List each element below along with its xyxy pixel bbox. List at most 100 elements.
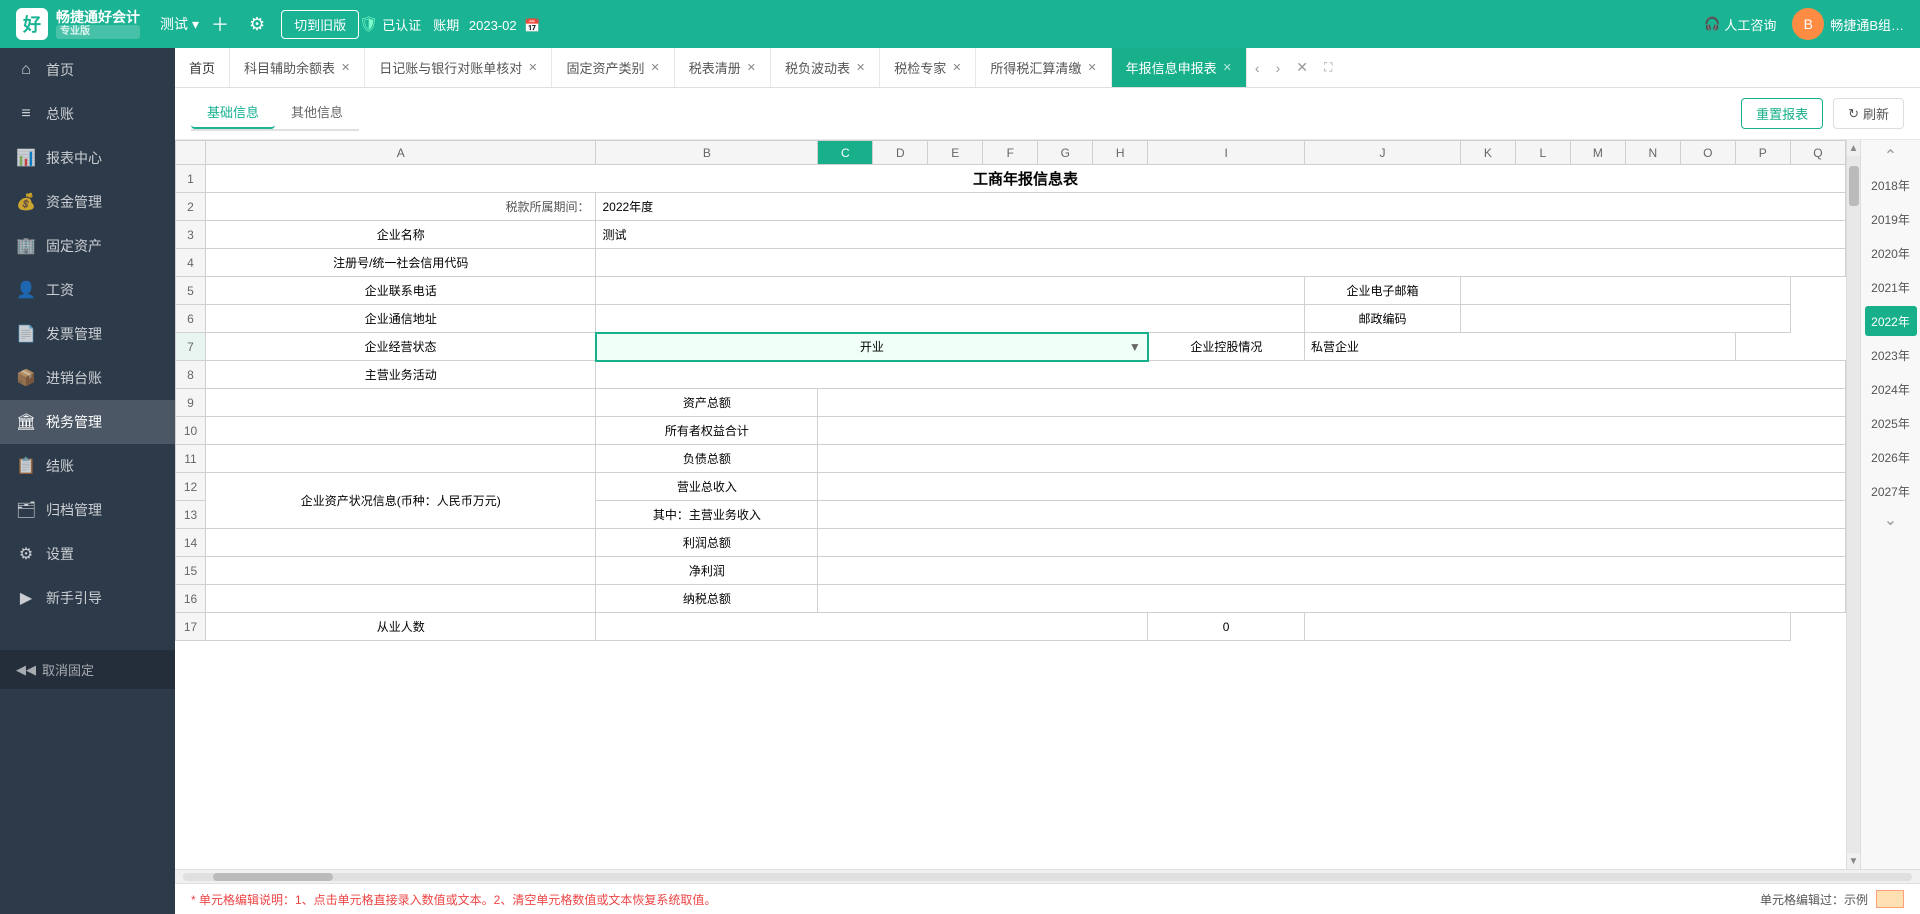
col-header-e[interactable]: E [928, 141, 983, 165]
year-2026[interactable]: 2026年 [1865, 442, 1917, 472]
tab-expand-button[interactable]: ⛶ [1316, 48, 1340, 87]
sheet-cell[interactable]: 工商年报信息表 [206, 165, 1846, 193]
col-header-o[interactable]: O [1680, 141, 1735, 165]
year-2024[interactable]: 2024年 [1865, 374, 1917, 404]
h-scroll-track[interactable] [183, 873, 1912, 881]
tab-next-button[interactable]: › [1268, 48, 1289, 87]
col-header-l[interactable]: L [1515, 141, 1570, 165]
spreadsheet-main[interactable]: A B C D E F G H I J K L [175, 140, 1846, 869]
tab-tax-expert[interactable]: 税检专家 ✕ [880, 48, 976, 87]
sheet-cell[interactable]: 企业名称 [206, 221, 596, 249]
sheet-cell[interactable]: 其中：主营业务收入 [596, 501, 818, 529]
sheet-cell[interactable] [818, 473, 1846, 501]
sidebar-item-reports[interactable]: 📊 报表中心 [0, 136, 175, 180]
tab-journal[interactable]: 日记账与银行对账单核对 ✕ [365, 48, 552, 87]
sidebar-item-settings[interactable]: ⚙ 设置 [0, 532, 175, 576]
col-header-m[interactable]: M [1570, 141, 1625, 165]
sidebar-item-newbie[interactable]: ▶ 新手引导 [0, 576, 175, 620]
sheet-cell[interactable]: 测试 [596, 221, 1846, 249]
switch-version-button[interactable]: 切到旧版 [281, 10, 359, 39]
sheet-cell[interactable]: 企业资产状况信息(币种：人民币万元) [206, 473, 596, 529]
sheet-cell[interactable] [596, 361, 1846, 389]
company-selector[interactable]: 测试 ▾ [160, 14, 199, 34]
reset-report-button[interactable]: 重置报表 [1741, 98, 1823, 129]
sheet-cell[interactable]: 企业控股情况 [1148, 333, 1305, 361]
scroll-track[interactable] [1847, 156, 1860, 853]
scroll-thumb[interactable] [1849, 166, 1859, 206]
tab-home[interactable]: 首页 [175, 48, 230, 87]
sheet-cell[interactable] [818, 389, 1846, 417]
year-2019[interactable]: 2019年 [1865, 204, 1917, 234]
tab-close-all-button[interactable]: ✕ [1288, 48, 1316, 87]
sheet-cell[interactable]: 营业总收入 [596, 473, 818, 501]
cancel-fix-button[interactable]: ◀◀ 取消固定 [0, 650, 175, 689]
calendar-icon[interactable]: 📅 [524, 18, 540, 33]
tab-close-icon[interactable]: ✕ [651, 61, 660, 74]
tab-income-tax[interactable]: 所得税汇算清缴 ✕ [976, 48, 1111, 87]
col-header-d[interactable]: D [873, 141, 928, 165]
sheet-cell[interactable]: 纳税总额 [596, 585, 818, 613]
sheet-cell[interactable] [1460, 277, 1790, 305]
sheet-cell[interactable] [1460, 305, 1790, 333]
sheet-cell[interactable]: 企业通信地址 [206, 305, 596, 333]
tab-close-icon[interactable]: ✕ [528, 61, 537, 74]
sheet-cell[interactable]: 2022年度 [596, 193, 1846, 221]
vertical-scrollbar[interactable]: ▲ ▼ [1846, 140, 1860, 869]
sidebar-item-funds[interactable]: 💰 资金管理 [0, 180, 175, 224]
sheet-cell[interactable] [206, 529, 596, 557]
sheet-cell[interactable]: 净利润 [596, 557, 818, 585]
tab-close-icon[interactable]: ✕ [1087, 61, 1096, 74]
sheet-cell[interactable] [818, 557, 1846, 585]
tab-basic-info[interactable]: 基础信息 [191, 96, 275, 129]
sidebar-item-wages[interactable]: 👤 工资 [0, 268, 175, 312]
sheet-cell[interactable] [596, 277, 1305, 305]
sheet-cell[interactable] [206, 557, 596, 585]
sheet-cell[interactable] [206, 585, 596, 613]
tab-close-icon[interactable]: ✕ [856, 61, 865, 74]
tab-aux[interactable]: 科目辅助余额表 ✕ [230, 48, 365, 87]
sheet-cell[interactable] [818, 585, 1846, 613]
refresh-button[interactable]: ↻ 刷新 [1833, 98, 1904, 129]
sheet-cell[interactable]: 所有者权益合计 [596, 417, 818, 445]
sheet-cell[interactable]: 利润总额 [596, 529, 818, 557]
sheet-cell[interactable]: 税款所属期间： [206, 193, 596, 221]
col-header-f[interactable]: F [983, 141, 1038, 165]
year-2020[interactable]: 2020年 [1865, 238, 1917, 268]
sheet-cell[interactable]: 私营企业 [1305, 333, 1736, 361]
sheet-cell[interactable] [1305, 613, 1791, 641]
h-scroll-thumb[interactable] [213, 873, 333, 881]
year-2027[interactable]: 2027年 [1865, 476, 1917, 506]
sidebar-item-tax[interactable]: 🏛 税务管理 [0, 400, 175, 444]
year-2023[interactable]: 2023年 [1865, 340, 1917, 370]
tab-close-icon[interactable]: ✕ [1223, 61, 1232, 74]
sheet-cell[interactable]: 企业联系电话 [206, 277, 596, 305]
col-header-p[interactable]: P [1735, 141, 1790, 165]
sidebar-item-invoices[interactable]: 📄 发票管理 [0, 312, 175, 356]
sheet-cell[interactable] [596, 305, 1305, 333]
tab-close-icon[interactable]: ✕ [341, 61, 350, 74]
col-header-j[interactable]: J [1305, 141, 1461, 165]
tab-close-icon[interactable]: ✕ [952, 61, 961, 74]
sheet-cell[interactable] [818, 529, 1846, 557]
col-header-n[interactable]: N [1625, 141, 1680, 165]
sheet-cell[interactable]: 注册号/统一社会信用代码 [206, 249, 596, 277]
col-header-a[interactable]: A [206, 141, 596, 165]
year-2025[interactable]: 2025年 [1865, 408, 1917, 438]
col-header-i[interactable]: I [1148, 141, 1305, 165]
sidebar-item-ledger[interactable]: ≡ 总账 [0, 92, 175, 136]
sheet-cell[interactable] [206, 389, 596, 417]
sidebar-item-fixed-assets[interactable]: 🏢 固定资产 [0, 224, 175, 268]
sheet-cell[interactable]: 主营业务活动 [206, 361, 596, 389]
year-2018[interactable]: 2018年 [1865, 170, 1917, 200]
col-header-h[interactable]: H [1093, 141, 1148, 165]
sheet-cell[interactable] [596, 249, 1846, 277]
sheet-cell[interactable]: 资产总额 [596, 389, 818, 417]
sheet-cell[interactable] [206, 445, 596, 473]
tab-fixed-asset-cat[interactable]: 固定资产类别 ✕ [552, 48, 674, 87]
tab-annual-report[interactable]: 年报信息申报表 ✕ [1112, 48, 1247, 87]
tab-tax-wave[interactable]: 税负波动表 ✕ [771, 48, 880, 87]
col-header-k[interactable]: K [1460, 141, 1515, 165]
service-button[interactable]: 🎧 人工咨询 [1704, 15, 1776, 34]
col-header-g[interactable]: G [1038, 141, 1093, 165]
add-button[interactable]: ＋ [207, 7, 233, 41]
